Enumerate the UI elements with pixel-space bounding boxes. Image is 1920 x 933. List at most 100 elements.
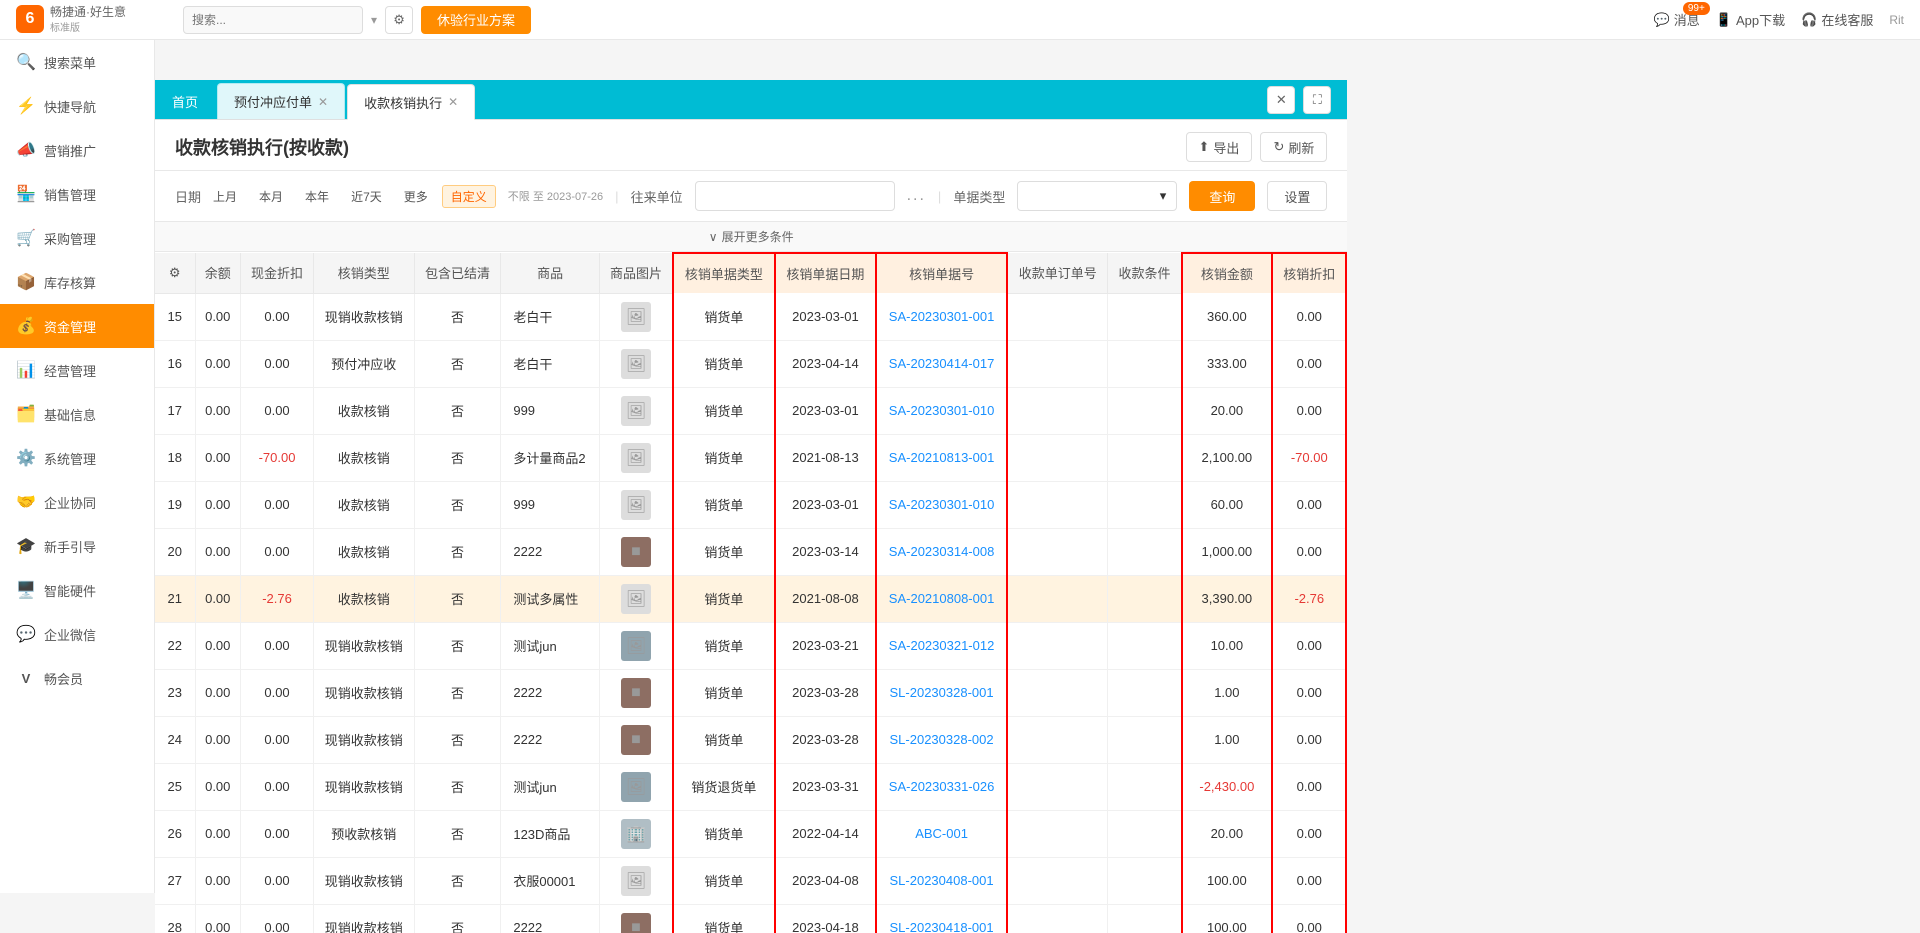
cell-bill-no[interactable]: SA-20230301-010 [876, 387, 1007, 434]
bill-no-link[interactable]: SA-20210808-001 [889, 591, 995, 606]
search-input[interactable] [183, 6, 363, 34]
sidebar-item-wechat[interactable]: 💬 企业微信 [0, 612, 154, 656]
tab-close-receivable[interactable]: ✕ [448, 95, 458, 109]
tab-bar: 首页 预付冲应付单 ✕ 收款核销执行 ✕ ✕ ⛶ [155, 80, 1347, 120]
cell-bill-no[interactable]: SA-20210813-001 [876, 434, 1007, 481]
export-button[interactable]: ⬆ 导出 [1186, 132, 1253, 162]
export-icon: ⬆ [1199, 139, 1210, 155]
system-icon: ⚙️ [16, 448, 36, 468]
sidebar-item-search[interactable]: 🔍 搜索菜单 [0, 40, 154, 84]
cell-goods: 老白干 [501, 340, 600, 387]
cell-bill-no[interactable]: SL-20230418-001 [876, 904, 1007, 933]
cell-bill-date: 2021-08-13 [775, 434, 877, 481]
cell-id: 28 [155, 904, 195, 933]
sidebar-item-business[interactable]: 📊 经营管理 [0, 348, 154, 392]
tab-receivable[interactable]: 收款核销执行 ✕ [347, 84, 475, 120]
partner-input[interactable] [695, 181, 895, 211]
sidebar-item-marketing[interactable]: 📣 营销推广 [0, 128, 154, 172]
app-download-link[interactable]: 📱 App下载 [1716, 10, 1785, 29]
cell-bill-no[interactable]: SA-20230301-001 [876, 293, 1007, 340]
data-table-container: ⚙ 余额 现金折扣 核销类型 包含已结清 商品 商品图片 核销单据类型 核销单据… [155, 252, 1347, 933]
date-btn-more[interactable]: 更多 [396, 186, 436, 207]
cell-bill-date: 2023-03-28 [775, 716, 877, 763]
cell-bill-no[interactable]: SA-20230414-017 [876, 340, 1007, 387]
sidebar-item-purchase[interactable]: 🛒 采购管理 [0, 216, 154, 260]
tab-close-button[interactable]: ✕ [1267, 86, 1295, 114]
cell-bill-no[interactable]: ABC-001 [876, 810, 1007, 857]
date-btn-this-month[interactable]: 本月 [251, 186, 291, 207]
cell-cash-discount: 0.00 [241, 387, 314, 434]
cell-bill-no[interactable]: SL-20230408-001 [876, 857, 1007, 904]
bill-no-link[interactable]: SA-20210813-001 [889, 450, 995, 465]
cell-verify-amount: 100.00 [1182, 904, 1273, 933]
filter-settings-button[interactable]: 设置 [1267, 181, 1327, 211]
cell-bill-no[interactable]: SL-20230328-001 [876, 669, 1007, 716]
bill-type-filter-label: 单据类型 [953, 187, 1005, 206]
cell-verify-amount: 1.00 [1182, 716, 1273, 763]
date-btn-last-month[interactable]: 上月 [205, 186, 245, 207]
industry-solution-button[interactable]: 休验行业方案 [421, 6, 531, 34]
cell-receipt-order-no [1007, 669, 1108, 716]
bill-no-link[interactable]: SA-20230301-010 [889, 497, 995, 512]
sidebar-item-finance[interactable]: 💰 资金管理 [0, 304, 154, 348]
cell-cash-discount: 0.00 [241, 293, 314, 340]
bill-no-link[interactable]: SL-20230408-001 [890, 873, 994, 888]
tab-home[interactable]: 首页 [155, 83, 215, 119]
cell-bill-no[interactable]: SL-20230328-002 [876, 716, 1007, 763]
bill-no-link[interactable]: SL-20230328-001 [890, 685, 994, 700]
date-btn-this-year[interactable]: 本年 [297, 186, 337, 207]
table-row: 28 0.00 0.00 现销收款核销 否 2222 ■ 销货单 2023-04… [155, 904, 1346, 933]
cell-id: 17 [155, 387, 195, 434]
cell-verify-amount: 10.00 [1182, 622, 1273, 669]
bill-no-link[interactable]: SL-20230418-001 [890, 920, 994, 933]
sidebar-item-system[interactable]: ⚙️ 系统管理 [0, 436, 154, 480]
tab-expand-button[interactable]: ⛶ [1303, 86, 1331, 114]
notification-button[interactable]: 💬 消息 99+ [1654, 10, 1700, 29]
cell-receipt-condition [1108, 622, 1182, 669]
bill-no-link[interactable]: ABC-001 [915, 826, 968, 841]
bill-no-link[interactable]: SA-20230301-010 [889, 403, 995, 418]
cell-bill-no[interactable]: SA-20230301-010 [876, 481, 1007, 528]
tab-prepaid[interactable]: 预付冲应付单 ✕ [217, 83, 345, 119]
bill-no-link[interactable]: SA-20230314-008 [889, 544, 995, 559]
settings-button[interactable]: ⚙ [385, 6, 413, 34]
cell-bill-no[interactable]: SA-20230321-012 [876, 622, 1007, 669]
cell-cash-discount: 0.00 [241, 763, 314, 810]
cell-bill-no[interactable]: SA-20210808-001 [876, 575, 1007, 622]
sidebar-item-member[interactable]: V 畅会员 [0, 656, 154, 700]
sidebar-item-newbie[interactable]: 🎓 新手引导 [0, 524, 154, 568]
bill-type-select[interactable]: ▾ [1017, 181, 1177, 211]
date-btn-custom[interactable]: 自定义 [442, 185, 496, 208]
tab-close-prepaid[interactable]: ✕ [318, 95, 328, 109]
cell-balance: 0.00 [195, 387, 241, 434]
cell-goods-image: 🖼 [599, 340, 673, 387]
expand-conditions-button[interactable]: ∨ 展开更多条件 [709, 228, 794, 245]
date-btn-7days[interactable]: 近7天 [343, 186, 390, 207]
sidebar-item-shortcut[interactable]: ⚡ 快捷导航 [0, 84, 154, 128]
cell-bill-date: 2023-03-14 [775, 528, 877, 575]
page-title: 收款核销执行(按收款) [175, 134, 349, 160]
cell-verify-amount: 1,000.00 [1182, 528, 1273, 575]
cell-verify-discount: 0.00 [1272, 669, 1346, 716]
cell-include-settled: 否 [414, 904, 501, 933]
cell-bill-type: 销货单 [673, 528, 775, 575]
sidebar-item-inventory[interactable]: 📦 库存核算 [0, 260, 154, 304]
cell-bill-no[interactable]: SA-20230314-008 [876, 528, 1007, 575]
bill-no-link[interactable]: SL-20230328-002 [890, 732, 994, 747]
bill-no-link[interactable]: SA-20230331-026 [889, 779, 995, 794]
sidebar-item-hardware[interactable]: 🖥️ 智能硬件 [0, 568, 154, 612]
bill-no-link[interactable]: SA-20230321-012 [889, 638, 995, 653]
refresh-button[interactable]: ↻ 刷新 [1260, 132, 1327, 162]
table-row: 25 0.00 0.00 现销收款核销 否 测试jun 🖼 销货退货单 2023… [155, 763, 1346, 810]
cell-bill-no[interactable]: SA-20230331-026 [876, 763, 1007, 810]
cell-cash-discount: 0.00 [241, 857, 314, 904]
query-button[interactable]: 查询 [1189, 181, 1255, 211]
bill-no-link[interactable]: SA-20230414-017 [889, 356, 995, 371]
sidebar-item-enterprise[interactable]: 🤝 企业协同 [0, 480, 154, 524]
col-settings-header[interactable]: ⚙ [155, 253, 195, 293]
online-service-link[interactable]: 🎧 在线客服 [1801, 10, 1873, 29]
bill-no-link[interactable]: SA-20230301-001 [889, 309, 995, 324]
cell-receipt-order-no [1007, 904, 1108, 933]
sidebar-item-basic[interactable]: 🗂️ 基础信息 [0, 392, 154, 436]
sidebar-item-sales[interactable]: 🏪 销售管理 [0, 172, 154, 216]
